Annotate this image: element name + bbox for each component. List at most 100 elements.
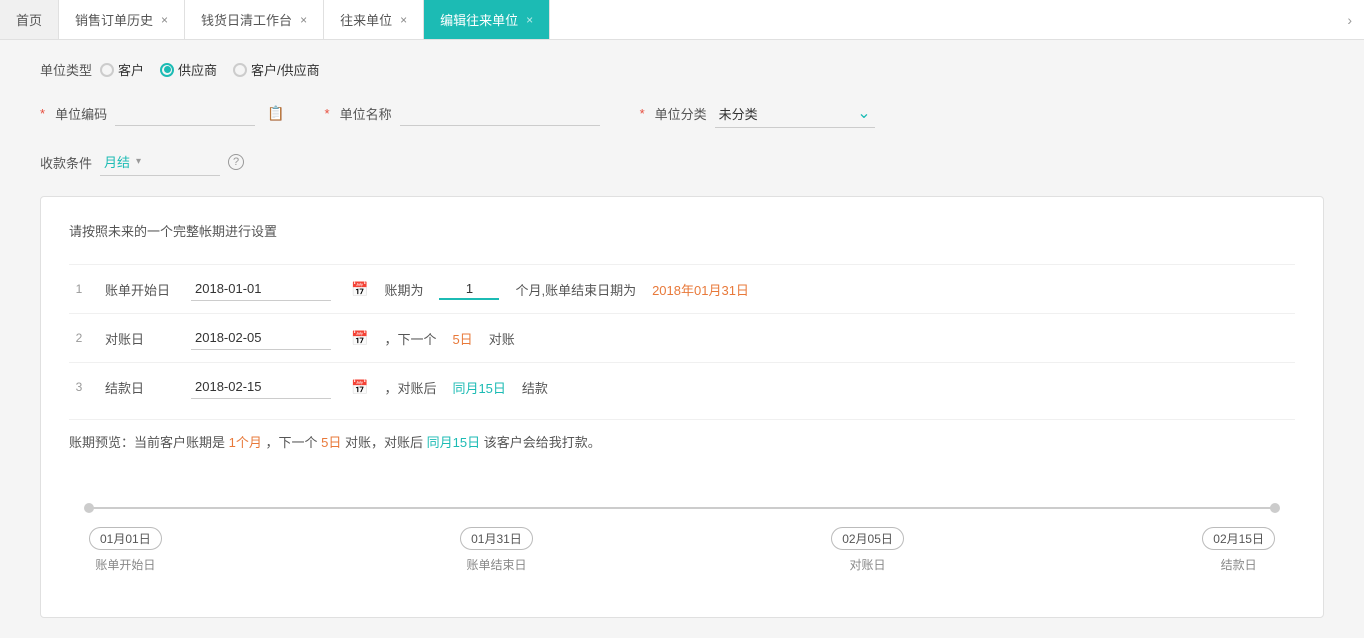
- unit-category-value: 未分类: [719, 104, 854, 123]
- row-2-calendar-icon[interactable]: 📅: [351, 330, 368, 347]
- setting-row-3: 3 结款日 📅 ，对账后 同月15日 结款: [69, 362, 1295, 411]
- unit-category-group: * 单位分类 未分类 ⌄: [640, 99, 875, 128]
- unit-code-required: *: [40, 106, 45, 121]
- preview-payment-day: 同月15日: [427, 435, 480, 450]
- unit-type-radio-group: 客户 供应商 客户/供应商: [100, 60, 320, 79]
- timeline-node-3-badge: 02月15日: [1202, 527, 1275, 550]
- row-1-suffix-before: 账期为: [384, 280, 423, 299]
- row-2-label: 对账日: [105, 329, 175, 348]
- row-1-suffix-after: 个月,账单结束日期为: [515, 280, 636, 299]
- timeline-node-3-label: 结款日: [1221, 556, 1257, 573]
- timeline-node-3: 02月15日 结款日: [1202, 527, 1275, 573]
- row-3-label: 结款日: [105, 378, 175, 397]
- preview-period: 1个月: [229, 435, 262, 450]
- preview-middle1: ，下一个: [266, 435, 318, 450]
- unit-info-row: * 单位编码 000001 📋 * 单位名称 河南供应商22 * 单位分类 未分…: [40, 99, 1324, 128]
- unit-category-label: 单位分类: [655, 104, 707, 123]
- row-3-suffix: 结款: [522, 378, 548, 397]
- radio-customer-circle: [100, 63, 114, 77]
- unit-name-group: * 单位名称 河南供应商22: [325, 102, 600, 126]
- row-3-num: 3: [69, 380, 89, 394]
- tab-edit-partner[interactable]: 编辑往来单位 ×: [424, 0, 550, 39]
- tab-partner-units-close[interactable]: ×: [400, 13, 407, 27]
- unit-category-required: *: [640, 106, 645, 121]
- unit-name-input[interactable]: 河南供应商22: [400, 102, 600, 126]
- payment-terms-group: 收款条件 月结 ▾ ?: [40, 148, 244, 176]
- tab-partner-units[interactable]: 往来单位 ×: [324, 0, 424, 39]
- timeline-node-1-label: 账单结束日: [466, 556, 526, 573]
- tabs-bar: 首页 销售订单历史 × 钱货日清工作台 × 往来单位 × 编辑往来单位 × ›: [0, 0, 1364, 40]
- row-2-date-input[interactable]: [191, 326, 331, 350]
- tab-sales-history-close[interactable]: ×: [161, 13, 168, 27]
- tab-home[interactable]: 首页: [0, 0, 59, 39]
- timeline: 01月01日 账单开始日 01月31日 账单结束日 02月05日 对账日 02月…: [69, 471, 1295, 593]
- tab-cash-work-label: 钱货日清工作台: [201, 10, 292, 29]
- main-content: 单位类型 客户 供应商 客户/供应商 * 单位编码 00000: [0, 40, 1364, 638]
- radio-supplier-label: 供应商: [178, 60, 217, 79]
- payment-terms-select[interactable]: 月结 ▾: [100, 148, 220, 176]
- tab-sales-history[interactable]: 销售订单历史 ×: [59, 0, 185, 39]
- row-3-prefix: ，对账后: [384, 378, 436, 397]
- unit-type-group: 单位类型 客户 供应商 客户/供应商: [40, 60, 320, 79]
- tab-home-label: 首页: [16, 10, 42, 29]
- tab-edit-partner-close[interactable]: ×: [526, 13, 533, 27]
- unit-type-row: 单位类型 客户 供应商 客户/供应商: [40, 60, 1324, 79]
- payment-terms-chevron-icon: ▾: [136, 156, 141, 167]
- radio-supplier-circle: [160, 63, 174, 77]
- row-3-calendar-icon[interactable]: 📅: [351, 379, 368, 396]
- radio-both-label: 客户/供应商: [251, 60, 320, 79]
- payment-terms-row: 收款条件 月结 ▾ ?: [40, 148, 1324, 176]
- row-1-label: 账单开始日: [105, 280, 175, 299]
- radio-both[interactable]: 客户/供应商: [233, 60, 320, 79]
- unit-type-label: 单位类型: [40, 60, 92, 79]
- tab-cash-work[interactable]: 钱货日清工作台 ×: [185, 0, 324, 39]
- row-1-period-input[interactable]: [439, 279, 499, 300]
- unit-code-group: * 单位编码 000001 📋: [40, 102, 285, 126]
- tab-partner-units-label: 往来单位: [340, 10, 392, 29]
- unit-name-required: *: [325, 106, 330, 121]
- row-3-day-highlight: 同月15日: [452, 378, 505, 397]
- radio-both-circle: [233, 63, 247, 77]
- preview-suffix: 该客户会给我打款。: [484, 435, 601, 450]
- radio-customer-label: 客户: [118, 60, 144, 79]
- preview-middle2: 对账，对账后: [345, 435, 423, 450]
- unit-code-copy-icon[interactable]: 📋: [267, 105, 284, 122]
- timeline-node-2-label: 对账日: [850, 556, 886, 573]
- timeline-node-0-label: 账单开始日: [95, 556, 155, 573]
- row-2-num: 2: [69, 331, 89, 345]
- timeline-node-2-badge: 02月05日: [831, 527, 904, 550]
- payment-terms-label: 收款条件: [40, 153, 92, 172]
- payment-terms-value: 月结: [104, 152, 130, 171]
- timeline-node-0-badge: 01月01日: [89, 527, 162, 550]
- timeline-node-1: 01月31日 账单结束日: [460, 527, 533, 573]
- row-1-calendar-icon[interactable]: 📅: [351, 281, 368, 298]
- timeline-node-0: 01月01日 账单开始日: [89, 527, 162, 573]
- row-2-suffix: 对账: [489, 329, 515, 348]
- unit-category-select[interactable]: 未分类 ⌄: [715, 99, 875, 128]
- unit-name-label: 单位名称: [340, 104, 392, 123]
- row-2-prefix: ，下一个: [384, 329, 436, 348]
- radio-supplier[interactable]: 供应商: [160, 60, 217, 79]
- preview-reconcile-day: 5日: [321, 435, 341, 450]
- preview-section: 账期预览：当前客户账期是 1个月 ，下一个 5日 对账，对账后 同月15日 该客…: [69, 419, 1295, 471]
- row-2-day-highlight: 5日: [452, 329, 472, 348]
- unit-category-arrow-icon: ⌄: [857, 103, 870, 123]
- tabs-scroll-right[interactable]: ›: [1335, 0, 1364, 39]
- tab-sales-history-label: 销售订单历史: [75, 10, 153, 29]
- timeline-node-2: 02月05日 对账日: [831, 527, 904, 573]
- payment-terms-help-icon[interactable]: ?: [228, 154, 244, 170]
- row-1-date-input[interactable]: [191, 277, 331, 301]
- timeline-node-1-badge: 01月31日: [460, 527, 533, 550]
- setting-row-2: 2 对账日 📅 ，下一个 5日 对账: [69, 313, 1295, 362]
- settings-card: 请按照未来的一个完整帐期进行设置 1 账单开始日 📅 账期为 个月,账单结束日期…: [40, 196, 1324, 618]
- radio-customer[interactable]: 客户: [100, 60, 144, 79]
- row-1-end-date-highlight: 2018年01月31日: [652, 280, 749, 299]
- tab-edit-partner-label: 编辑往来单位: [440, 10, 518, 29]
- row-3-date-input[interactable]: [191, 375, 331, 399]
- setting-row-1: 1 账单开始日 📅 账期为 个月,账单结束日期为 2018年01月31日: [69, 264, 1295, 313]
- row-1-num: 1: [69, 282, 89, 296]
- card-instruction: 请按照未来的一个完整帐期进行设置: [69, 221, 1295, 240]
- unit-code-input[interactable]: 000001: [115, 102, 255, 126]
- tab-cash-work-close[interactable]: ×: [300, 13, 307, 27]
- unit-code-label: 单位编码: [55, 104, 107, 123]
